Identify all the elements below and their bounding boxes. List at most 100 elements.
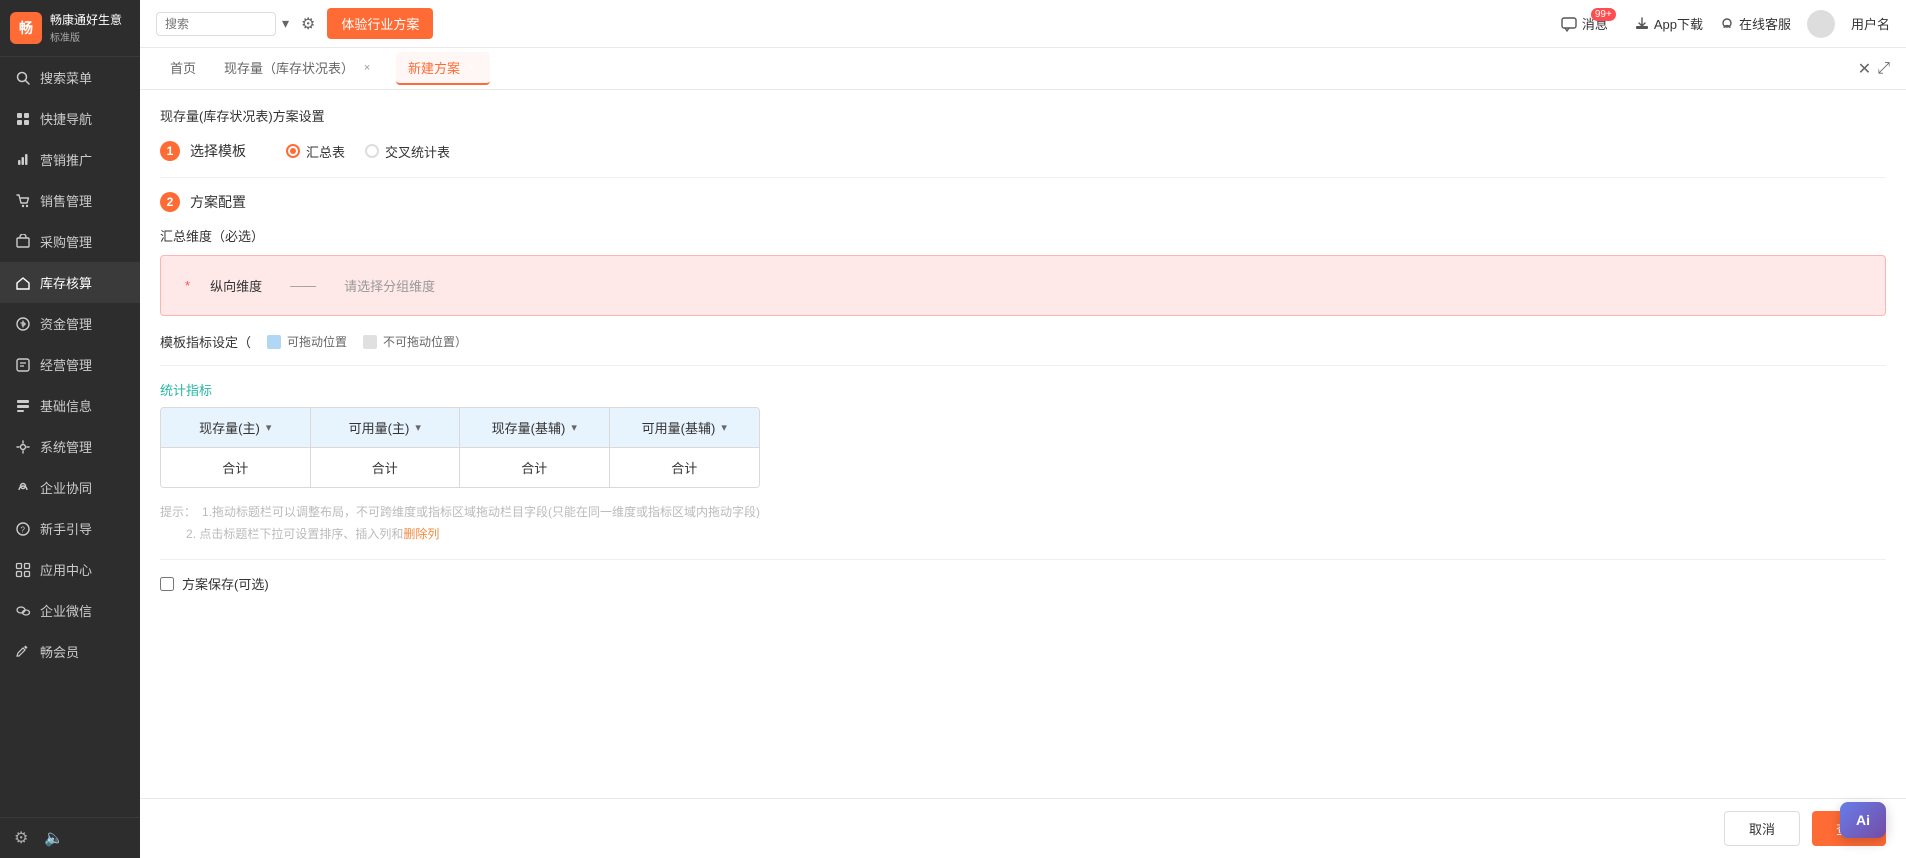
section2-title: 方案配置 xyxy=(190,192,246,212)
stats-th-2-dropdown[interactable]: ▾ xyxy=(571,421,577,434)
ai-float-button[interactable]: Ai xyxy=(1840,802,1886,838)
stats-td-0-3: 合计 xyxy=(610,448,760,487)
marketing-icon xyxy=(14,151,32,169)
sidebar-item-finance[interactable]: 资金管理 xyxy=(0,303,140,344)
dim-placeholder: 请选择分组维度 xyxy=(344,276,435,295)
app-version: 标准版 xyxy=(50,29,122,44)
user-avatar xyxy=(1807,10,1835,38)
tab-inventory-close[interactable]: × xyxy=(360,61,374,75)
enterprise-icon xyxy=(14,479,32,497)
stats-th-3-label: 可用量(基辅) xyxy=(642,418,716,437)
sidebar-item-sales[interactable]: 销售管理 xyxy=(0,180,140,221)
sidebar-item-wechat[interactable]: 企业微信 xyxy=(0,590,140,631)
sidebar: 畅 畅康通好生意 标准版 搜索菜单 快捷导航 营销推广 xyxy=(0,0,140,858)
save-checkbox[interactable] xyxy=(160,577,174,591)
save-option: 方案保存(可选) xyxy=(160,574,1886,593)
main-area: ▾ ⚙ 体验行业方案 消息 99+ App下载 在线客服 用户名 首页 xyxy=(140,0,1906,858)
sidebar-item-apps[interactable]: 应用中心 xyxy=(0,549,140,590)
tab-new-plan[interactable]: 新建方案 × xyxy=(396,52,490,85)
topbar-gear-icon[interactable]: ⚙ xyxy=(301,14,315,34)
tab-home[interactable]: 首页 xyxy=(156,48,210,89)
message-badge: 99+ xyxy=(1591,8,1616,21)
topbar-search-group: ▾ xyxy=(156,12,289,36)
sidebar-item-purchase[interactable]: 采购管理 xyxy=(0,221,140,262)
sidebar-item-system[interactable]: 系统管理 xyxy=(0,426,140,467)
apps-icon xyxy=(14,561,32,579)
topbar-dropdown-btn[interactable]: ▾ xyxy=(282,15,289,32)
sidebar-item-management[interactable]: 经营管理 xyxy=(0,344,140,385)
sidebar-item-member[interactable]: 畅会员 xyxy=(0,631,140,672)
tips-area: 提示： 1.拖动标题栏可以调整布局，不可跨维度或指标区域拖动栏目字段(只能在同一… xyxy=(160,502,1886,545)
tab-expand-btn[interactable]: ⤢ xyxy=(1877,60,1890,78)
stats-th-0: 现存量(主) ▾ xyxy=(161,408,311,447)
tab-collapse-btn[interactable]: ✕ xyxy=(1858,59,1871,79)
radio-cross-circle xyxy=(365,144,379,158)
section-template: 1 选择模板 汇总表 交叉统计表 xyxy=(160,141,1886,161)
search-input[interactable] xyxy=(156,12,276,36)
tab-expand-group: ✕ ⤢ xyxy=(1858,59,1890,79)
section1-title: 选择模板 xyxy=(190,141,246,161)
indicators-setting-label: 模板指标设定（ 可拖动位置 不可拖动位置） xyxy=(160,332,1886,351)
sidebar-wechat-label: 企业微信 xyxy=(40,601,92,620)
sidebar-item-search[interactable]: 搜索菜单 xyxy=(0,57,140,98)
required-star: * xyxy=(185,278,190,293)
sidebar-item-quicknav[interactable]: 快捷导航 xyxy=(0,98,140,139)
stats-th-3-dropdown[interactable]: ▾ xyxy=(721,421,727,434)
trial-btn[interactable]: 体验行业方案 xyxy=(327,8,433,39)
radio-summary[interactable]: 汇总表 xyxy=(286,142,345,161)
sidebar-management-label: 经营管理 xyxy=(40,355,92,374)
sidebar-warehouse-label: 库存核算 xyxy=(40,273,92,292)
page-content: 现存量(库存状况表)方案设置 1 选择模板 汇总表 交叉统计表 xyxy=(140,90,1906,798)
settings-footer-icon[interactable]: ⚙ xyxy=(14,828,28,848)
app-name: 畅康通好生意 xyxy=(50,12,122,29)
online-support-btn[interactable]: 在线客服 xyxy=(1719,14,1791,33)
topbar: ▾ ⚙ 体验行业方案 消息 99+ App下载 在线客服 用户名 xyxy=(140,0,1906,48)
sidebar-basic-info-label: 基础信息 xyxy=(40,396,92,415)
sidebar-item-guide[interactable]: ? 新手引导 xyxy=(0,508,140,549)
stats-th-1-label: 可用量(主) xyxy=(349,418,410,437)
sidebar-system-label: 系统管理 xyxy=(40,437,92,456)
sidebar-item-warehouse[interactable]: 库存核算 xyxy=(0,262,140,303)
section2-number: 2 xyxy=(160,192,180,212)
svg-text:?: ? xyxy=(21,525,26,534)
wechat-icon xyxy=(14,602,32,620)
sidebar-marketing-label: 营销推广 xyxy=(40,150,92,169)
cancel-button[interactable]: 取消 xyxy=(1724,811,1800,846)
app-download-btn[interactable]: App下载 xyxy=(1634,14,1703,33)
page-title: 现存量(库存状况表)方案设置 xyxy=(160,106,1886,125)
sidebar-purchase-label: 采购管理 xyxy=(40,232,92,251)
stats-th-0-dropdown[interactable]: ▾ xyxy=(266,421,272,434)
warehouse-icon xyxy=(14,274,32,292)
stats-th-3: 可用量(基辅) ▾ xyxy=(610,408,760,447)
sidebar-item-basic-info[interactable]: 基础信息 xyxy=(0,385,140,426)
tab-new-plan-close[interactable]: × xyxy=(464,61,478,75)
system-icon xyxy=(14,438,32,456)
field-dash: —— xyxy=(290,278,316,293)
purchase-icon xyxy=(14,233,32,251)
non-draggable-legend-label: 不可拖动位置） xyxy=(383,333,467,350)
sidebar-item-marketing[interactable]: 营销推广 xyxy=(0,139,140,180)
tip-1-prefix: 提示： xyxy=(160,502,196,524)
tab-new-plan-label: 新建方案 xyxy=(408,58,460,77)
non-draggable-box xyxy=(363,335,377,349)
section1-number: 1 xyxy=(160,141,180,161)
radio-cross-label: 交叉统计表 xyxy=(385,142,450,161)
quicknav-icon xyxy=(14,110,32,128)
sidebar-item-enterprise[interactable]: 企业协同 xyxy=(0,467,140,508)
radio-cross[interactable]: 交叉统计表 xyxy=(365,142,450,161)
audio-footer-icon[interactable]: 🔈 xyxy=(44,828,64,848)
message-btn[interactable]: 消息 99+ xyxy=(1560,14,1608,33)
radio-summary-label: 汇总表 xyxy=(306,142,345,161)
stats-table-row-0: 合计 合计 合计 合计 xyxy=(161,447,759,487)
online-support-label: 在线客服 xyxy=(1739,14,1791,33)
stats-table-header: 现存量(主) ▾ 可用量(主) ▾ 现存量(基辅) ▾ 可用量(基辅) xyxy=(161,408,759,447)
required-field: * 纵向维度 —— 请选择分组维度 xyxy=(185,276,1861,295)
indicators-prefix: 模板指标设定（ xyxy=(160,332,251,351)
draggable-box xyxy=(267,335,281,349)
summary-dimension-label: 汇总维度（必选） xyxy=(160,226,1886,245)
sidebar-nav-scroll: 搜索菜单 快捷导航 营销推广 销售管理 采购管理 xyxy=(0,57,140,817)
stats-th-1-dropdown[interactable]: ▾ xyxy=(415,421,421,434)
tab-inventory[interactable]: 现存量（库存状况表） × xyxy=(210,48,388,89)
stats-th-2-label: 现存量(基辅) xyxy=(492,418,566,437)
management-icon xyxy=(14,356,32,374)
